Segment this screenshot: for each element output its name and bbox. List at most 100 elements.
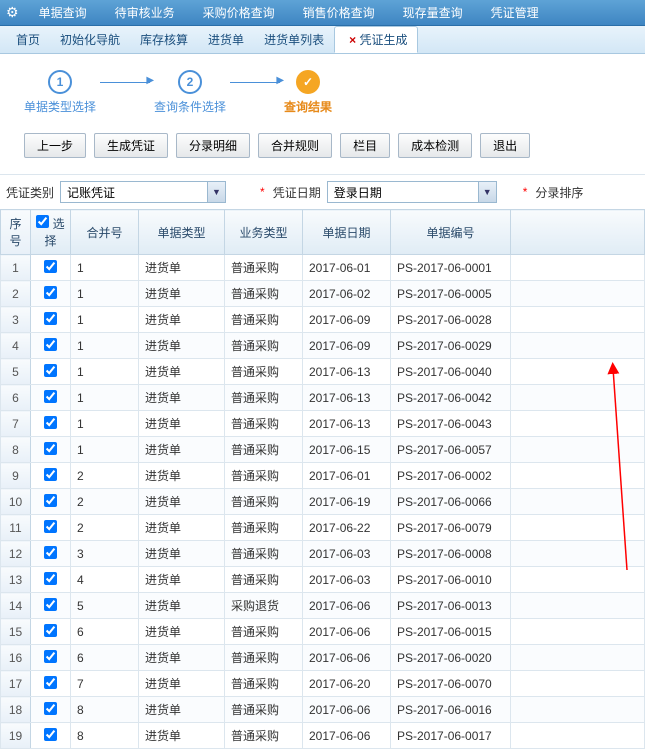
voucher-date-label: 凭证日期 (273, 184, 321, 201)
col-seq[interactable]: 序号 (1, 210, 31, 255)
row-checkbox[interactable] (44, 624, 57, 637)
cell-merge-no: 1 (71, 385, 139, 411)
filter-row: 凭证类别 ▼ * 凭证日期 ▼ * 分录排序 (0, 174, 645, 209)
row-checkbox[interactable] (44, 650, 57, 663)
col-biz-type[interactable]: 业务类型 (225, 210, 303, 255)
generate-voucher-button[interactable]: 生成凭证 (94, 133, 168, 158)
row-checkbox[interactable] (44, 416, 57, 429)
cell-bill-type: 进货单 (139, 307, 225, 333)
col-select[interactable]: 选择 (31, 210, 71, 255)
row-checkbox[interactable] (44, 572, 57, 585)
tab-purchase-list[interactable]: 进货单列表 (254, 27, 334, 52)
row-checkbox[interactable] (44, 260, 57, 273)
row-checkbox[interactable] (44, 676, 57, 689)
required-icon: * (523, 185, 528, 199)
voucher-type-combo[interactable]: ▼ (60, 181, 226, 203)
cell-biz-type: 普通采购 (225, 619, 303, 645)
table-row[interactable]: 156进货单普通采购2017-06-06PS-2017-06-0015 (1, 619, 645, 645)
cell-merge-no: 1 (71, 255, 139, 281)
table-row[interactable]: 166进货单普通采购2017-06-06PS-2017-06-0020 (1, 645, 645, 671)
cell-bill-no: PS-2017-06-0029 (391, 333, 511, 359)
table-row[interactable]: 134进货单普通采购2017-06-03PS-2017-06-0010 (1, 567, 645, 593)
table-row[interactable]: 102进货单普通采购2017-06-19PS-2017-06-0066 (1, 489, 645, 515)
chevron-down-icon[interactable]: ▼ (207, 182, 225, 202)
cell-select (31, 671, 71, 697)
row-checkbox[interactable] (44, 494, 57, 507)
table-row[interactable]: 177进货单普通采购2017-06-20PS-2017-06-0070 (1, 671, 645, 697)
chevron-down-icon[interactable]: ▼ (478, 182, 496, 202)
columns-button[interactable]: 栏目 (340, 133, 390, 158)
data-grid: 序号 选择 合并号 单据类型 业务类型 单据日期 单据编号 11进货单普通采购2… (0, 209, 645, 749)
table-row[interactable]: 81进货单普通采购2017-06-15PS-2017-06-0057 (1, 437, 645, 463)
entry-detail-button[interactable]: 分录明细 (176, 133, 250, 158)
gear-icon[interactable]: ⚙ (6, 4, 19, 21)
tab-inventory[interactable]: 库存核算 (130, 27, 198, 52)
tab-voucher-gen[interactable]: × 凭证生成 (334, 26, 418, 53)
cell-select (31, 697, 71, 723)
table-row[interactable]: 31进货单普通采购2017-06-09PS-2017-06-0028 (1, 307, 645, 333)
nav-stock-query[interactable]: 现存量查询 (389, 0, 477, 25)
merge-rule-button[interactable]: 合并规则 (258, 133, 332, 158)
nav-pending-audit[interactable]: 待审核业务 (101, 0, 189, 25)
cell-seq: 3 (1, 307, 31, 333)
cell-seq: 10 (1, 489, 31, 515)
prev-button[interactable]: 上一步 (24, 133, 86, 158)
arrow-icon (230, 82, 280, 84)
table-row[interactable]: 21进货单普通采购2017-06-02PS-2017-06-0005 (1, 281, 645, 307)
table-row[interactable]: 11进货单普通采购2017-06-01PS-2017-06-0001 (1, 255, 645, 281)
table-row[interactable]: 123进货单普通采购2017-06-03PS-2017-06-0008 (1, 541, 645, 567)
row-checkbox[interactable] (44, 442, 57, 455)
table-row[interactable]: 71进货单普通采购2017-06-13PS-2017-06-0043 (1, 411, 645, 437)
cell-bill-no: PS-2017-06-0028 (391, 307, 511, 333)
row-checkbox[interactable] (44, 598, 57, 611)
exit-button[interactable]: 退出 (480, 133, 530, 158)
table-row[interactable]: 41进货单普通采购2017-06-09PS-2017-06-0029 (1, 333, 645, 359)
col-bill-no[interactable]: 单据编号 (391, 210, 511, 255)
wizard-step-2[interactable]: 2 查询条件选择 (154, 70, 226, 115)
cell-bill-type: 进货单 (139, 411, 225, 437)
cell-merge-no: 2 (71, 515, 139, 541)
wizard-step-1[interactable]: 1 单据类型选择 (24, 70, 96, 115)
close-icon[interactable]: × (349, 33, 356, 47)
col-bill-type[interactable]: 单据类型 (139, 210, 225, 255)
row-checkbox[interactable] (44, 390, 57, 403)
table-row[interactable]: 51进货单普通采购2017-06-13PS-2017-06-0040 (1, 359, 645, 385)
row-checkbox[interactable] (44, 312, 57, 325)
tab-purchase-bill[interactable]: 进货单 (198, 27, 254, 52)
cell-merge-no: 2 (71, 463, 139, 489)
row-checkbox[interactable] (44, 286, 57, 299)
row-checkbox[interactable] (44, 702, 57, 715)
voucher-date-input[interactable] (328, 185, 478, 199)
sort-label: 分录排序 (535, 184, 583, 201)
cell-select (31, 255, 71, 281)
row-checkbox[interactable] (44, 364, 57, 377)
table-row[interactable]: 92进货单普通采购2017-06-01PS-2017-06-0002 (1, 463, 645, 489)
tab-home[interactable]: 首页 (6, 27, 50, 52)
cell-bill-date: 2017-06-02 (303, 281, 391, 307)
tab-init-nav[interactable]: 初始化导航 (50, 27, 130, 52)
table-row[interactable]: 198进货单普通采购2017-06-06PS-2017-06-0017 (1, 723, 645, 749)
nav-bill-query[interactable]: 单据查询 (25, 0, 101, 25)
cell-bill-type: 进货单 (139, 723, 225, 749)
row-checkbox[interactable] (44, 338, 57, 351)
cell-bill-date: 2017-06-09 (303, 307, 391, 333)
row-checkbox[interactable] (44, 468, 57, 481)
nav-voucher-manage[interactable]: 凭证管理 (477, 0, 553, 25)
nav-sales-price[interactable]: 销售价格查询 (289, 0, 389, 25)
table-row[interactable]: 145进货单采购退货2017-06-06PS-2017-06-0013 (1, 593, 645, 619)
cell-bill-date: 2017-06-13 (303, 385, 391, 411)
cost-check-button[interactable]: 成本检测 (398, 133, 472, 158)
table-row[interactable]: 112进货单普通采购2017-06-22PS-2017-06-0079 (1, 515, 645, 541)
select-all-checkbox[interactable] (36, 215, 49, 228)
cell-extra (511, 567, 645, 593)
voucher-date-combo[interactable]: ▼ (327, 181, 497, 203)
col-merge-no[interactable]: 合并号 (71, 210, 139, 255)
row-checkbox[interactable] (44, 728, 57, 741)
row-checkbox[interactable] (44, 546, 57, 559)
row-checkbox[interactable] (44, 520, 57, 533)
voucher-type-input[interactable] (61, 185, 207, 199)
table-row[interactable]: 188进货单普通采购2017-06-06PS-2017-06-0016 (1, 697, 645, 723)
nav-purchase-price[interactable]: 采购价格查询 (189, 0, 289, 25)
table-row[interactable]: 61进货单普通采购2017-06-13PS-2017-06-0042 (1, 385, 645, 411)
col-bill-date[interactable]: 单据日期 (303, 210, 391, 255)
